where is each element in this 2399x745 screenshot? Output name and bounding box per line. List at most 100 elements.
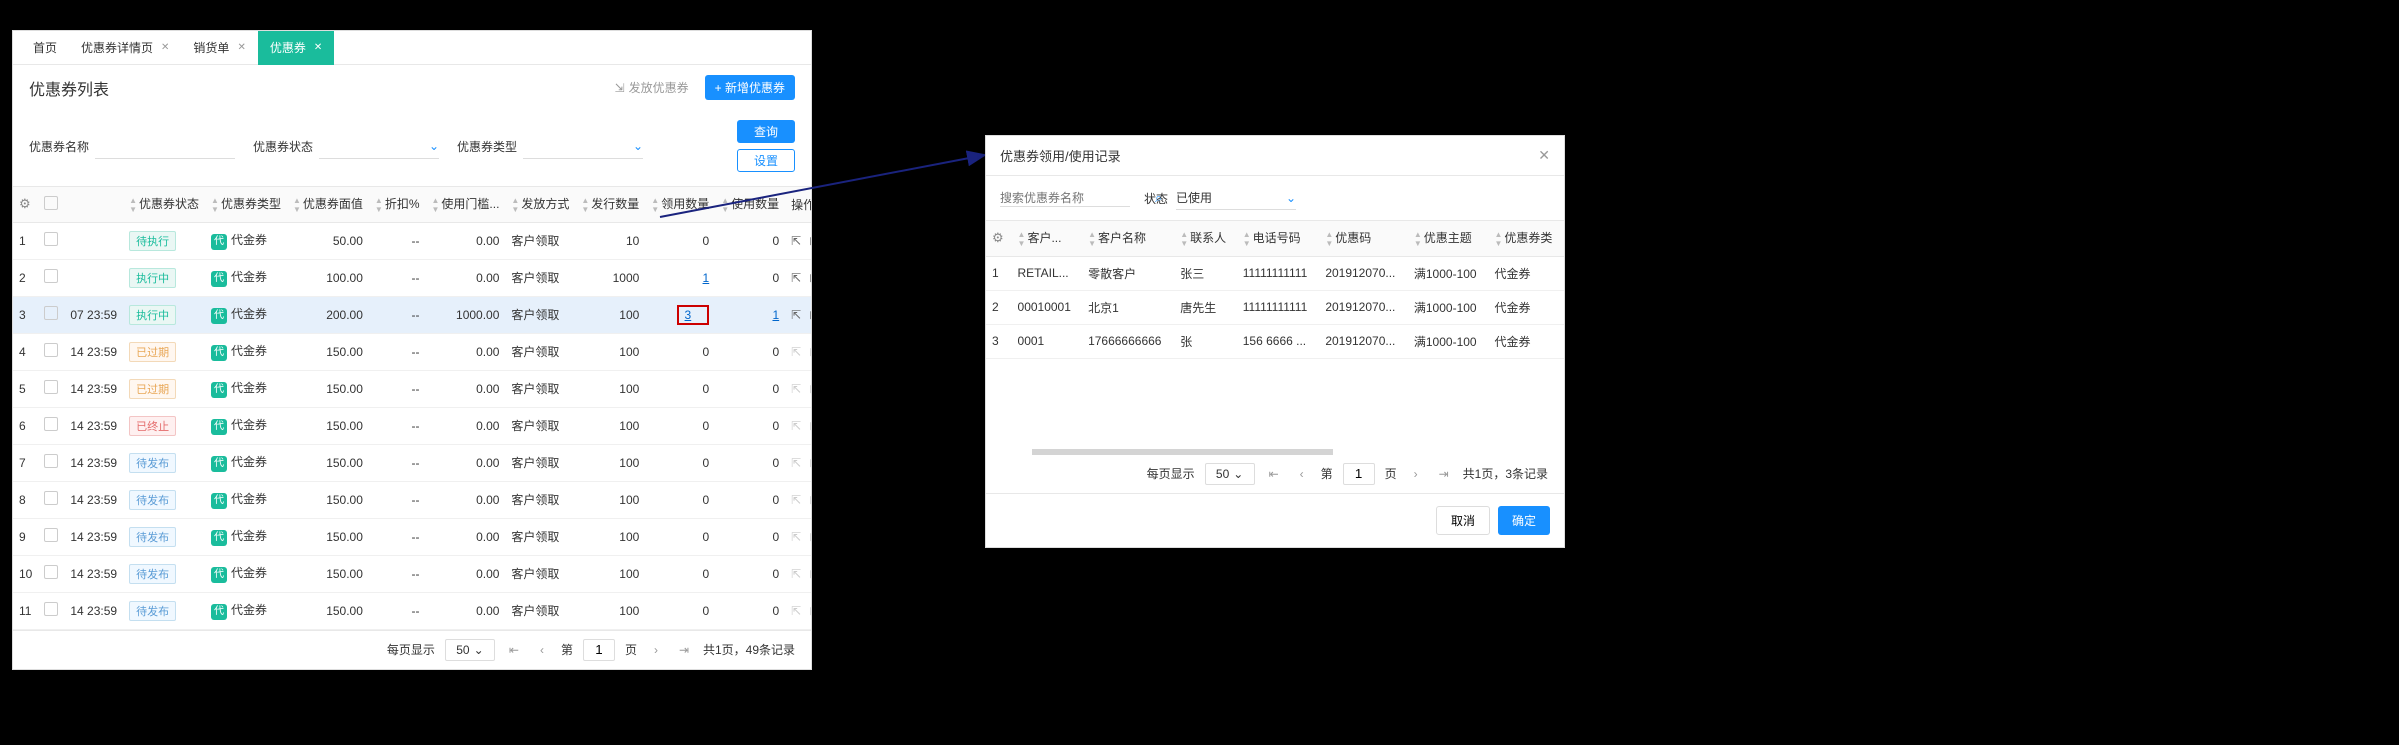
share-icon[interactable]: ⇱ [791,308,801,322]
coupon-type: 代金券 [231,603,267,617]
tab-优惠券详情页[interactable]: 优惠券详情页✕ [69,31,181,65]
per-page-select[interactable]: 50 ⌄ [445,639,495,661]
column-header[interactable]: ▲▼优惠券状态 [123,187,205,223]
last-page-button[interactable]: ⇥ [1435,465,1453,483]
row-checkbox[interactable] [44,602,58,616]
column-header[interactable]: ▲▼发放方式 [505,187,575,223]
distribute-coupon-button[interactable]: ⇲ 发放优惠券 [605,75,699,100]
column-header[interactable]: ▲▼使用门槛... [425,187,505,223]
last-page-button[interactable]: ⇥ [675,641,693,659]
tab-销货单[interactable]: 销货单✕ [181,31,257,65]
row-checkbox[interactable] [44,232,58,246]
table-row[interactable]: 3 0001 17666666666 张 156 6666 ... 201912… [986,324,1564,358]
qr-icon[interactable]: ⊞ [809,493,811,507]
threshold: 0.00 [425,370,505,407]
column-header[interactable]: ▲▼发行数量 [575,187,645,223]
qr-icon[interactable]: ⊞ [809,382,811,396]
select-all-checkbox[interactable] [44,196,58,210]
close-icon[interactable]: ✕ [237,42,245,53]
table-row[interactable]: 7 14 23:59 待发布 代代金券 150.00 -- 0.00 客户领取 … [13,444,811,481]
prev-page-button[interactable]: ‹ [1293,465,1311,483]
column-header[interactable]: ▲▼优惠码 [1319,221,1408,257]
prev-page-button[interactable]: ‹ [533,641,551,659]
gear-icon[interactable]: ⚙ [19,196,31,211]
row-checkbox[interactable] [44,491,58,505]
row-checkbox[interactable] [44,528,58,542]
first-page-button[interactable]: ⇤ [1265,465,1283,483]
qr-icon[interactable]: ⊞ [809,567,811,581]
row-checkbox[interactable] [44,380,58,394]
column-header[interactable]: ▲▼电话号码 [1237,221,1320,257]
column-header[interactable]: ▲▼客户... [1012,221,1083,257]
column-header[interactable]: ▲▼联系人 [1174,221,1237,257]
row-checkbox[interactable] [44,269,58,283]
qr-icon[interactable]: ⊞ [809,530,811,544]
table-row[interactable]: 2 00010001 北京1 唐先生 11111111111 2019120​7… [986,290,1564,324]
column-header[interactable]: ▲▼优惠券面值 [287,187,369,223]
qr-icon[interactable]: ⊞ [809,604,811,618]
tab-首页[interactable]: 首页 [21,31,69,65]
row-checkbox[interactable] [44,565,58,579]
claimed-link[interactable]: 1 [703,271,710,285]
gear-icon[interactable]: ⚙ [992,230,1004,245]
close-icon[interactable]: ✕ [314,42,322,53]
row-checkbox[interactable] [44,306,58,320]
column-header[interactable]: ▲▼优惠主题 [1408,221,1489,257]
table-row[interactable]: 2 执行中 代代金券 100.00 -- 0.00 客户领取 1000 1 0 … [13,259,811,296]
next-page-button[interactable]: › [1407,465,1425,483]
column-header[interactable]: ▲▼领用数量 [645,187,715,223]
used-link[interactable]: 1 [772,308,779,322]
table-row[interactable]: 9 14 23:59 待发布 代代金券 150.00 -- 0.00 客户领取 … [13,518,811,555]
coupon-name-input[interactable] [95,133,235,159]
table-row[interactable]: 10 14 23:59 待发布 代代金券 150.00 -- 0.00 客户领取… [13,555,811,592]
claimed-link[interactable]: 3 [685,308,692,322]
row-checkbox[interactable] [44,454,58,468]
table-row[interactable]: 6 14 23:59 已终止 代代金券 150.00 -- 0.00 客户领取 … [13,407,811,444]
confirm-button[interactable]: 确定 [1498,506,1550,535]
cancel-button[interactable]: 取消 [1436,506,1490,535]
share-icon[interactable]: ⇱ [791,234,801,248]
issued: 10 [575,222,645,259]
table-row[interactable]: 5 14 23:59 已过期 代代金券 150.00 -- 0.00 客户领取 … [13,370,811,407]
row-checkbox[interactable] [44,343,58,357]
table-row[interactable]: 11 14 23:59 待发布 代代金券 150.00 -- 0.00 客户领取… [13,592,811,629]
modal-status-select[interactable]: 已使用 ⌄ [1176,186,1296,210]
status-select[interactable]: ⌄ [319,133,439,159]
used-cell: 0 [715,518,785,555]
first-page-button[interactable]: ⇤ [505,641,523,659]
status-badge: 执行中 [129,305,176,325]
add-coupon-button[interactable]: + 新增优惠券 [705,75,795,100]
close-icon[interactable]: ✕ [161,42,169,53]
modal-page-input[interactable] [1343,463,1375,485]
table-row[interactable]: 3 07 23:59 执行中 代代金券 200.00 -- 1000.00 客户… [13,296,811,333]
table-row[interactable]: 8 14 23:59 待发布 代代金券 150.00 -- 0.00 客户领取 … [13,481,811,518]
qr-icon[interactable]: ⊞ [809,456,811,470]
filter-type-label: 优惠券类型 [457,138,517,155]
tab-优惠券[interactable]: 优惠券✕ [258,31,334,65]
issued: 100 [575,592,645,629]
next-page-button[interactable]: › [647,641,665,659]
column-header[interactable]: ▲▼优惠券类 [1489,221,1565,257]
table-row[interactable]: 1 待执行 代代金券 50.00 -- 0.00 客户领取 10 0 0 ⇱⊞ [13,222,811,259]
share-icon[interactable]: ⇱ [791,271,801,285]
settings-button[interactable]: 设置 [737,149,795,172]
qr-icon[interactable]: ⊞ [809,234,811,248]
table-row[interactable]: 4 14 23:59 已过期 代代金券 150.00 -- 0.00 客户领取 … [13,333,811,370]
table-row[interactable]: 1 RETAIL... 零散客户 张三 11111111111 2019120​… [986,256,1564,290]
share-icon: ⇱ [791,493,801,507]
search-button[interactable]: 查询 [737,120,795,143]
column-header[interactable]: ▲▼使用数量 [715,187,785,223]
type-select[interactable]: ⌄ [523,133,643,159]
page-input[interactable] [583,639,615,661]
row-checkbox[interactable] [44,417,58,431]
close-icon[interactable]: ✕ [1538,147,1550,164]
column-header[interactable]: ▲▼优惠券类型 [205,187,287,223]
qr-icon[interactable]: ⊞ [809,345,811,359]
qr-icon[interactable]: ⊞ [809,271,811,285]
qr-icon[interactable]: ⊞ [809,419,811,433]
modal-search-input[interactable] [1000,191,1155,205]
modal-per-page-select[interactable]: 50 ⌄ [1205,463,1255,485]
column-header[interactable]: ▲▼客户名称 [1082,221,1174,257]
qr-icon[interactable]: ⊞ [809,308,811,322]
column-header[interactable]: ▲▼折扣% [369,187,426,223]
